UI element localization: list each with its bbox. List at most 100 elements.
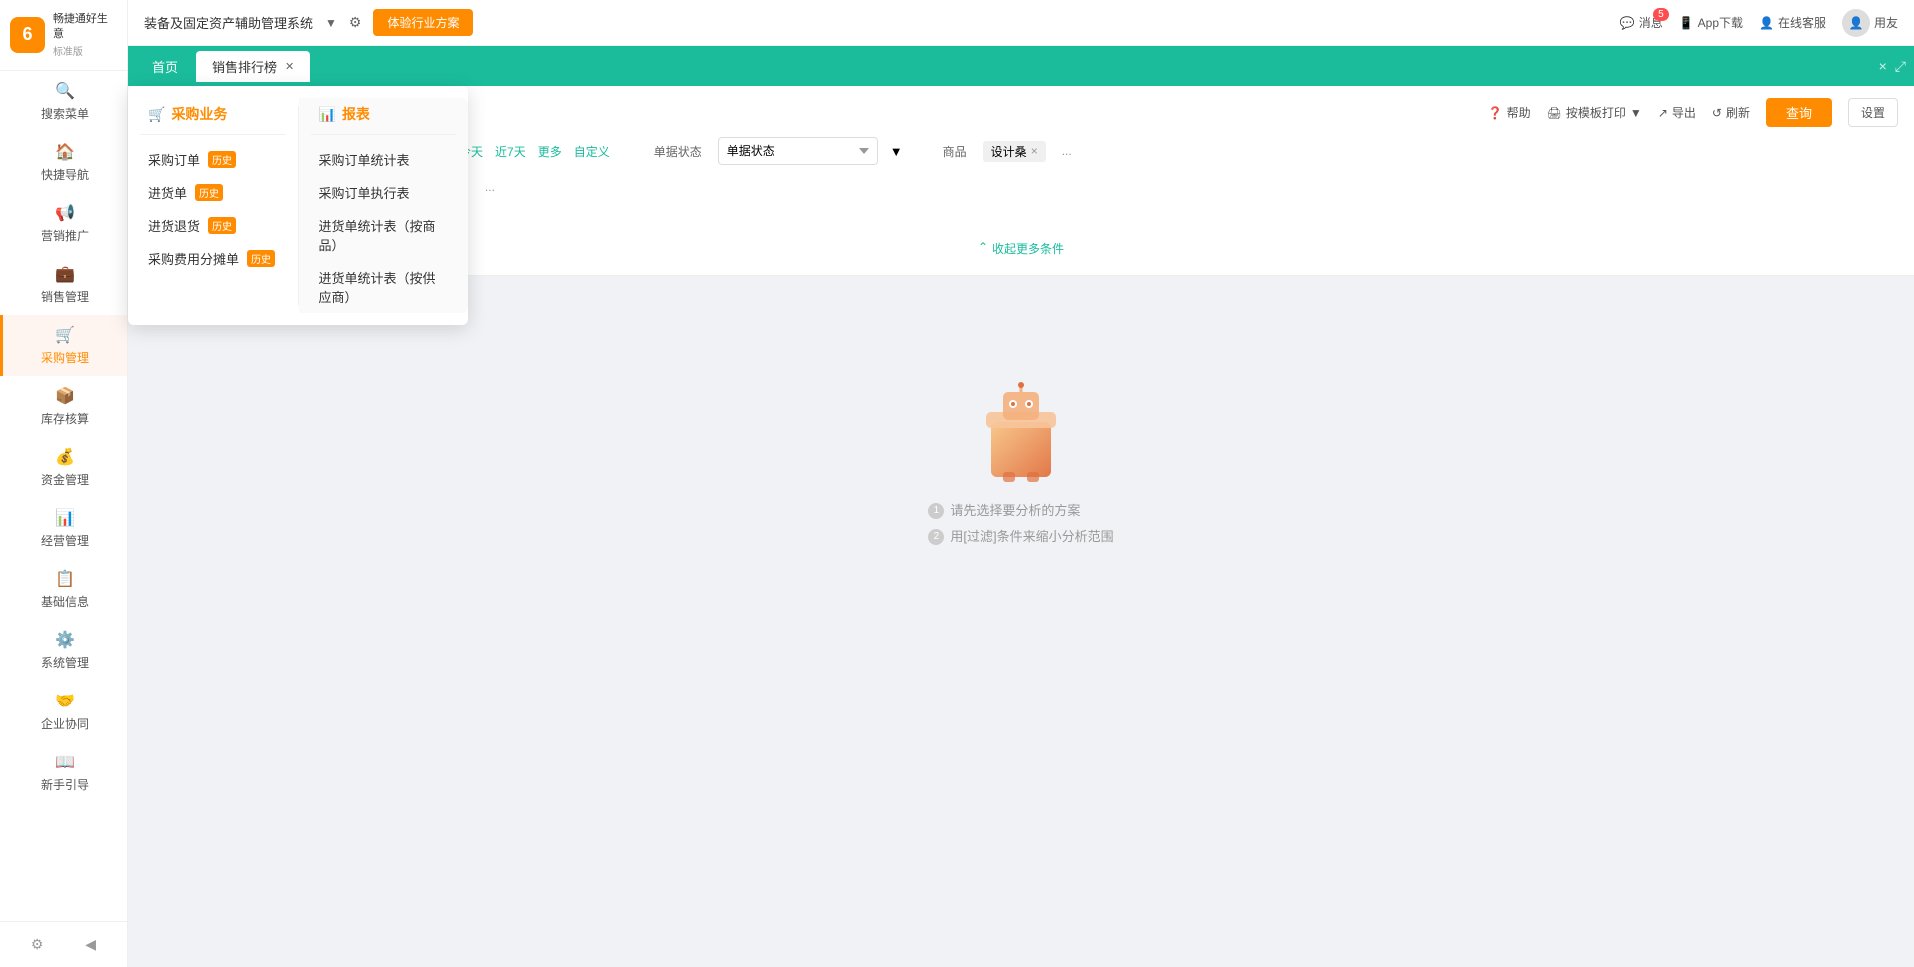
header-settings-icon[interactable]: ⚙ <box>349 14 362 31</box>
menu-item-purchase-order[interactable]: 采购订单 历史 <box>140 143 286 176</box>
guide-icon: 📖 <box>55 752 75 772</box>
sidebar-item-system[interactable]: ⚙️ 系统管理 <box>0 620 127 681</box>
menu-item-label-incoming-stat-goods: 进货单统计表（按商品） <box>319 216 449 254</box>
sidebar-item-finance[interactable]: 💰 资金管理 <box>0 437 127 498</box>
print-btn[interactable]: 🖨 按模板打印 ▼ <box>1547 104 1642 121</box>
history-badge-2: 历史 <box>195 184 223 201</box>
header-right: 💬 消息 5 📱 App下载 👤 在线客服 👤 用友 <box>1620 9 1898 37</box>
industry-button[interactable]: 体验行业方案 <box>373 9 473 36</box>
sidebar-item-sales[interactable]: 💼 销售管理 <box>0 254 127 315</box>
sidebar-settings-btn[interactable]: ⚙ <box>27 932 48 957</box>
logo-text-block: 畅捷通好生意 标准版 <box>53 12 117 58</box>
tab-sales-rank-label: 销售排行榜 <box>212 57 277 76</box>
sidebar-item-base-info[interactable]: 📋 基础信息 <box>0 559 127 620</box>
sidebar-item-enterprise[interactable]: 🤝 企业协同 <box>0 681 127 742</box>
sidebar-item-purchase[interactable]: 🛒 采购管理 <box>0 315 127 376</box>
app-download-label: App下载 <box>1698 14 1743 31</box>
status-select-wrapper: 单据状态 <box>718 137 878 165</box>
shortcut-custom[interactable]: 自定义 <box>570 141 614 162</box>
header-dropdown-btn[interactable]: ▼ <box>325 16 337 30</box>
sidebar-label-marketing: 营销推广 <box>41 227 89 244</box>
logo-main-text: 畅捷通好生意 <box>53 12 117 43</box>
menu-item-expense[interactable]: 采购费用分摊单 历史 <box>140 242 286 275</box>
menu-item-label-purchase-order: 采购订单 <box>148 150 200 169</box>
date-shortcuts: 今天 近7天 更多 自定义 <box>455 141 614 162</box>
collapse-up-icon: ⌃ <box>978 240 988 257</box>
menu-report-label: 报表 <box>342 104 370 124</box>
service-icon: 👤 <box>1759 16 1774 30</box>
shortcut-more[interactable]: 更多 <box>534 141 566 162</box>
sidebar-collapse-btn[interactable]: ◀ <box>81 932 100 957</box>
app-download-btn[interactable]: 📱 App下载 <box>1679 14 1743 31</box>
goods-tag-value: 设计桑 <box>991 143 1027 160</box>
salesman-more[interactable]: ... <box>485 180 495 194</box>
menu-item-label-incoming: 进货单 <box>148 183 187 202</box>
sidebar-item-inventory[interactable]: 📦 库存核算 <box>0 376 127 437</box>
message-icon: 💬 <box>1620 16 1635 30</box>
export-btn[interactable]: ↗ 导出 <box>1658 104 1696 121</box>
menu-item-return[interactable]: 进货退货 历史 <box>140 209 286 242</box>
help-label: 帮助 <box>1507 104 1531 121</box>
operations-icon: 📊 <box>55 508 75 528</box>
refresh-label: 刷新 <box>1726 104 1750 121</box>
menu-item-label-incoming-stat-supplier: 进货单统计表（按供应商） <box>319 268 449 306</box>
help-icon: ❓ <box>1488 106 1503 120</box>
menu-col-purchase: 🛒 采购业务 采购订单 历史 进货单 历史 进货退货 历史 采购费用分摊单 <box>128 98 298 313</box>
goods-tag-close[interactable]: × <box>1031 144 1038 158</box>
menu-item-incoming-stat-supplier[interactable]: 进货单统计表（按供应商） <box>311 261 457 313</box>
goods-more[interactable]: ... <box>1062 144 1072 158</box>
menu-item-incoming[interactable]: 进货单 历史 <box>140 176 286 209</box>
status-select[interactable]: 单据状态 <box>718 137 878 165</box>
sidebar-item-marketing[interactable]: 📢 营销推广 <box>0 193 127 254</box>
settings-button[interactable]: 设置 <box>1848 98 1898 127</box>
sidebar-label-quick-nav: 快捷导航 <box>41 166 89 183</box>
online-service-btn[interactable]: 👤 在线客服 <box>1759 14 1826 31</box>
query-button[interactable]: 查询 <box>1766 98 1832 127</box>
menu-item-purchase-order-stat[interactable]: 采购订单统计表 <box>311 143 457 176</box>
menu-report-icon: 📊 <box>319 106 336 123</box>
search-icon: 🔍 <box>55 81 75 101</box>
sidebar-item-quick-nav[interactable]: 🏠 快捷导航 <box>0 132 127 193</box>
megaphone-icon: 📢 <box>55 203 75 223</box>
export-label: 导出 <box>1672 104 1696 121</box>
shortcut-7days[interactable]: 近7天 <box>491 141 530 162</box>
menu-columns: 🛒 采购业务 采购订单 历史 进货单 历史 进货退货 历史 采购费用分摊单 <box>128 98 468 313</box>
menu-purchase-title: 🛒 采购业务 <box>140 98 286 135</box>
user-btn[interactable]: 👤 用友 <box>1842 9 1898 37</box>
refresh-btn[interactable]: ↺ 刷新 <box>1712 104 1750 121</box>
avatar: 👤 <box>1842 9 1870 37</box>
hint-num-1: 1 <box>928 503 944 519</box>
menu-item-label-purchase-order-exec: 采购订单执行表 <box>319 183 410 202</box>
dropdown-menu: 🛒 采购业务 采购订单 历史 进货单 历史 进货退货 历史 采购费用分摊单 <box>128 86 468 325</box>
sidebar-item-guide[interactable]: 📖 新手引导 <box>0 742 127 803</box>
menu-item-incoming-stat-goods[interactable]: 进货单统计表（按商品） <box>311 209 457 261</box>
sidebar-bottom: ⚙ ◀ <box>0 921 127 967</box>
print-dropdown-icon: ▼ <box>1630 106 1642 120</box>
enterprise-icon: 🤝 <box>55 691 75 711</box>
menu-purchase-icon: 🛒 <box>148 106 165 123</box>
menu-item-label-purchase-order-stat: 采购订单统计表 <box>319 150 410 169</box>
help-btn[interactable]: ❓ 帮助 <box>1488 104 1531 121</box>
status-label: 单据状态 <box>654 143 702 160</box>
sidebar-item-operations[interactable]: 📊 经营管理 <box>0 498 127 559</box>
messages-btn[interactable]: 💬 消息 5 <box>1620 14 1663 31</box>
sidebar-label-purchase: 采购管理 <box>41 349 89 366</box>
tab-expand-icon[interactable]: ⤢ <box>1895 58 1906 75</box>
sales-icon: 💼 <box>55 264 75 284</box>
sidebar-label-sales: 销售管理 <box>41 288 89 305</box>
sidebar-item-search[interactable]: 🔍 搜索菜单 <box>0 71 127 132</box>
sidebar-label-enterprise: 企业协同 <box>41 715 89 732</box>
history-badge-4: 历史 <box>247 250 275 267</box>
tab-home-label: 首页 <box>152 57 178 76</box>
menu-report-title: 📊 报表 <box>311 98 457 135</box>
menu-item-purchase-order-exec[interactable]: 采购订单执行表 <box>311 176 457 209</box>
tab-close-icon[interactable]: × <box>1879 58 1887 75</box>
sidebar: 6 畅捷通好生意 标准版 🔍 搜索菜单 🏠 快捷导航 📢 营销推广 💼 <box>0 0 128 967</box>
tab-sales-rank[interactable]: 销售排行榜 ✕ <box>196 51 310 82</box>
empty-state: 1 请先选择要分析的方案 2 用[过滤]条件来缩小分析范围 <box>128 276 1914 656</box>
goods-label: 商品 <box>943 143 967 160</box>
tab-close-btn[interactable]: ✕ <box>285 60 294 73</box>
refresh-icon: ↺ <box>1712 106 1722 120</box>
tab-home[interactable]: 首页 <box>136 51 194 82</box>
menu-purchase-label: 采购业务 <box>171 104 227 124</box>
